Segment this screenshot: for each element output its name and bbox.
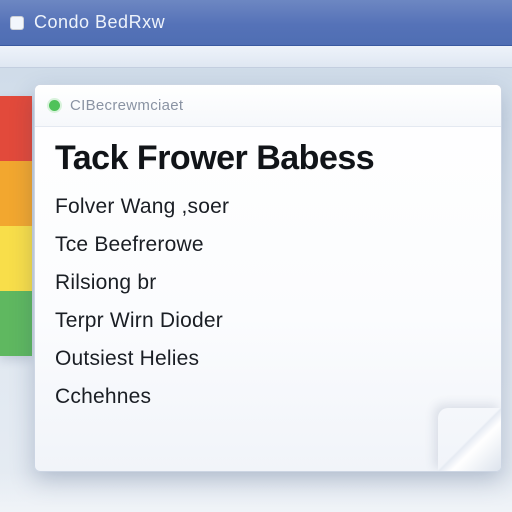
toolbar: [0, 46, 512, 68]
list-item[interactable]: Folver Wang ,soer: [55, 188, 481, 226]
page-title: Tack Frower Babess: [55, 139, 481, 178]
list-item[interactable]: Tce Beefrerowe: [55, 226, 481, 264]
list-item[interactable]: Outsiest Helies: [55, 340, 481, 378]
list-item[interactable]: Terpr Wirn Dioder: [55, 302, 481, 340]
window-titlebar: Condo BedRxw: [0, 0, 512, 46]
item-list: Folver Wang ,soer Tce Beefrerowe Rilsion…: [55, 188, 481, 416]
status-dot-icon: [49, 100, 60, 111]
reflection: [0, 472, 512, 512]
document-panel: CIBecrewmciaet Tack Frower Babess Folver…: [34, 84, 502, 472]
color-swatch-green[interactable]: [0, 291, 32, 356]
list-item[interactable]: Cchehnes: [55, 378, 481, 416]
page-curl-icon: [438, 408, 502, 472]
color-swatch-orange[interactable]: [0, 161, 32, 226]
address-bar[interactable]: CIBecrewmciaet: [35, 85, 501, 127]
panel-body: Tack Frower Babess Folver Wang ,soer Tce…: [35, 127, 501, 436]
window-icon: [10, 16, 24, 30]
color-strip: [0, 96, 32, 356]
address-text: CIBecrewmciaet: [70, 97, 183, 114]
color-swatch-red[interactable]: [0, 96, 32, 161]
list-item[interactable]: Rilsiong br: [55, 264, 481, 302]
color-swatch-yellow[interactable]: [0, 226, 32, 291]
window-title: Condo BedRxw: [34, 12, 165, 33]
